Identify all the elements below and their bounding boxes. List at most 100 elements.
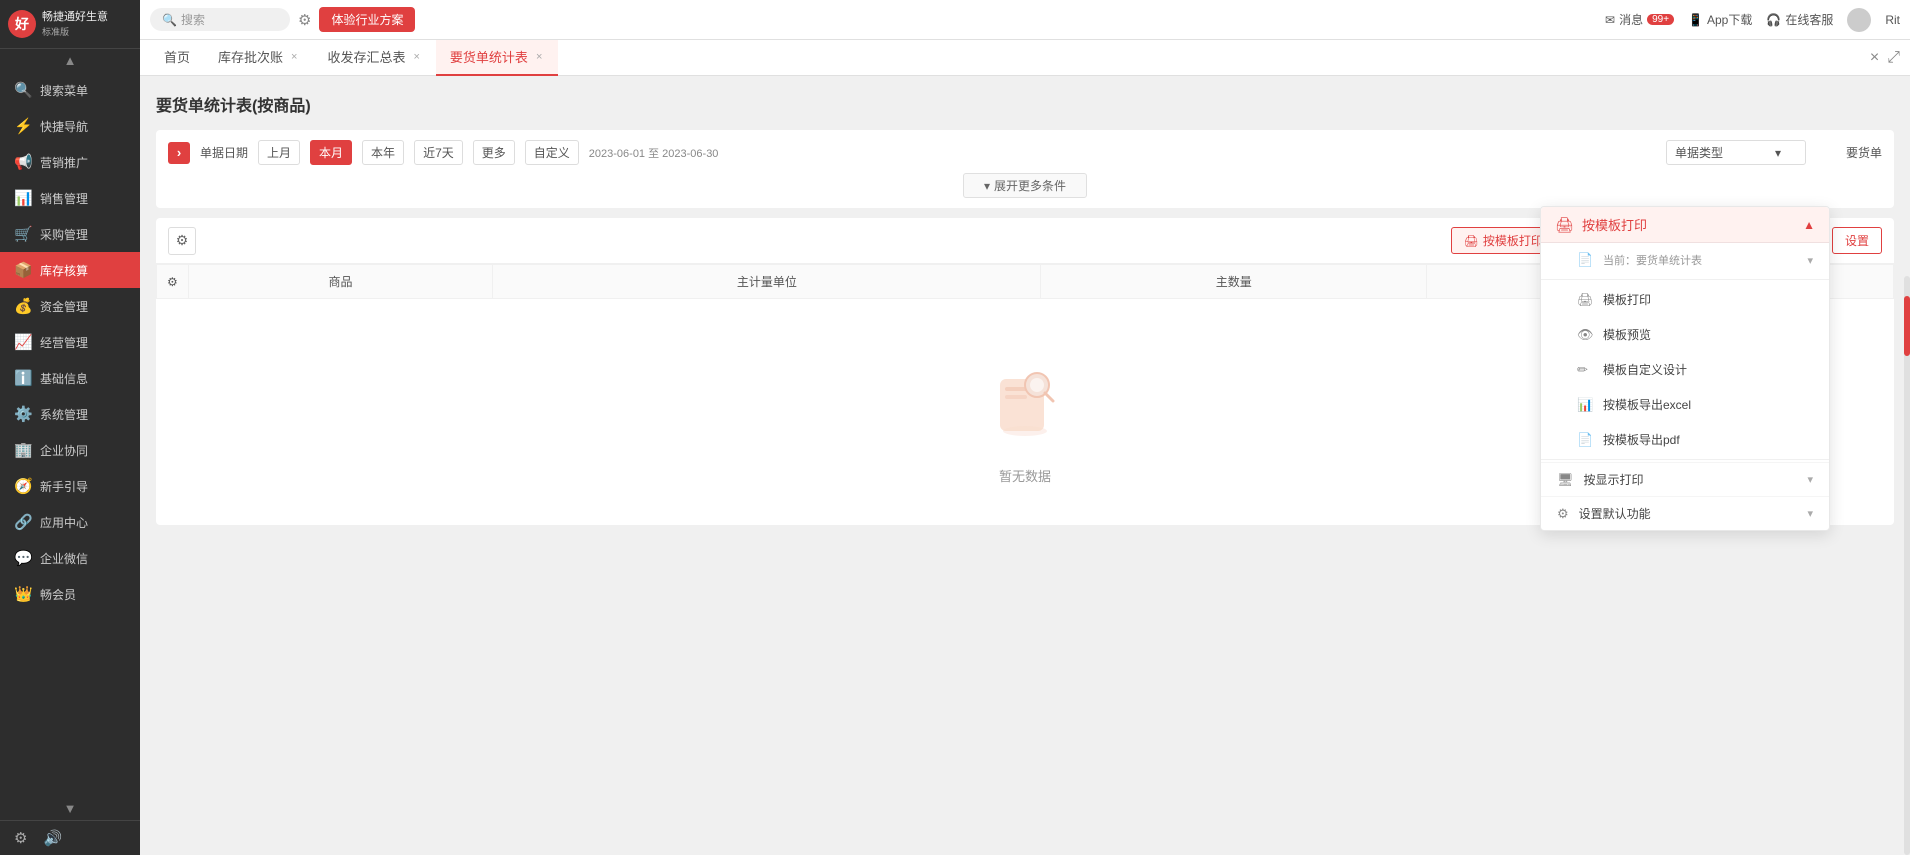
sidebar-item-inventory[interactable]: 📦 库存核算 xyxy=(0,252,140,288)
dropdown-item-template-pdf[interactable]: 📄 按模板导出pdf xyxy=(1541,422,1829,457)
template-print-icon: 🖨 xyxy=(1577,292,1593,308)
sidebar-item-sales[interactable]: 📊 销售管理 xyxy=(0,180,140,216)
window-close-button[interactable]: × xyxy=(1870,49,1879,67)
trial-button[interactable]: 体验行业方案 xyxy=(319,7,415,32)
display-print-left: 🖥 按显示打印 xyxy=(1557,471,1644,488)
default-settings-icon: ⚙ xyxy=(1557,506,1569,522)
message-badge: 99+ xyxy=(1647,14,1674,25)
sidebar-item-enterprise[interactable]: 🏢 企业协同 xyxy=(0,432,140,468)
dropdown-section-default-settings[interactable]: ⚙ 设置默认功能 ▾ xyxy=(1541,496,1829,530)
sidebar: 好 畅捷通好生意 标准版 ▲ 🔍 搜索菜单 ⚡ 快捷导航 📢 营销推广 📊 销售… xyxy=(0,0,140,855)
print-dropdown-menu: 🖨 按模板打印 ▲ 📄 当前：要货单统计表 ▾ 🖨 模板打印 👁 模板预览 ✏ xyxy=(1540,206,1830,531)
template-custom-icon: ✏ xyxy=(1577,362,1593,378)
date-btn-this-month[interactable]: 本月 xyxy=(310,140,352,165)
tab-order-summary[interactable]: 要货单统计表 × xyxy=(436,40,558,76)
tab-close-order-summary[interactable]: × xyxy=(534,51,544,63)
current-template-icon: 📄 xyxy=(1577,252,1593,268)
page-title: 要货单统计表(按商品) xyxy=(156,92,1894,116)
sidebar-scroll-down[interactable]: ▼ xyxy=(0,797,140,820)
order-goods-label: 要货单 xyxy=(1846,144,1882,161)
toolbar-settings-icon[interactable]: ⚙ xyxy=(168,227,196,255)
window-maximize-button[interactable]: ⤢ xyxy=(1887,49,1900,67)
date-btn-last-month[interactable]: 上月 xyxy=(258,140,300,165)
dropdown-print-icon: 🖨 xyxy=(1555,216,1574,234)
search-icon: 🔍 xyxy=(162,13,177,27)
order-type-select[interactable]: 单据类型 ▾ xyxy=(1666,140,1806,165)
scrollbar-thumb[interactable] xyxy=(1904,296,1910,356)
search-icon: 🔍 xyxy=(14,81,32,99)
logo-text: 畅捷通好生意 标准版 xyxy=(42,10,108,37)
logo-icon: 好 xyxy=(8,10,36,38)
dropdown-header-left: 🖨 按模板打印 xyxy=(1555,215,1647,234)
app-download-button[interactable]: 📱 App下载 xyxy=(1688,11,1752,28)
message-button[interactable]: ✉ 消息 99+ xyxy=(1605,11,1674,28)
topbar-gear-icon[interactable]: ⚙ xyxy=(298,11,311,29)
online-service-button[interactable]: 🎧 在线客服 xyxy=(1766,11,1833,28)
template-pdf-icon: 📄 xyxy=(1577,432,1593,448)
tab-inventory-batch[interactable]: 库存批次账 × xyxy=(204,40,313,76)
dropdown-collapse-arrow[interactable]: ▲ xyxy=(1803,218,1815,232)
tab-home[interactable]: 首页 xyxy=(150,40,204,76)
dropdown-item-template-print[interactable]: 🖨 模板打印 xyxy=(1541,282,1829,317)
col-goods: 商品 xyxy=(188,265,493,299)
tab-close-inventory-batch[interactable]: × xyxy=(289,51,299,63)
dropdown-title: 按模板打印 xyxy=(1582,215,1647,234)
expand-more-row: ▾ 展开更多条件 xyxy=(168,173,1882,198)
tab-receipt-summary[interactable]: 收发存汇总表 × xyxy=(313,40,435,76)
dropdown-divider-1 xyxy=(1541,279,1829,280)
basic-info-icon: ℹ️ xyxy=(14,369,32,387)
sidebar-footer: ⚙ 🔊 xyxy=(0,820,140,855)
sidebar-item-purchase[interactable]: 🛒 采购管理 xyxy=(0,216,140,252)
sidebar-item-basic-info[interactable]: ℹ️ 基础信息 xyxy=(0,360,140,396)
user-avatar[interactable] xyxy=(1847,8,1871,32)
default-settings-left: ⚙ 设置默认功能 xyxy=(1557,505,1651,522)
app-logo: 好 畅捷通好生意 标准版 xyxy=(0,0,140,49)
tab-close-receipt-summary[interactable]: × xyxy=(411,51,421,63)
sidebar-item-app-center[interactable]: 🔗 应用中心 xyxy=(0,504,140,540)
dropdown-section-display-print[interactable]: 🖥 按显示打印 ▾ xyxy=(1541,462,1829,496)
vertical-scrollbar[interactable] xyxy=(1904,276,1910,855)
settings-button[interactable]: 设置 xyxy=(1832,227,1882,254)
date-btn-7days[interactable]: 近7天 xyxy=(414,140,463,165)
display-print-icon: 🖥 xyxy=(1557,472,1574,488)
sidebar-item-guide[interactable]: 🧭 新手引导 xyxy=(0,468,140,504)
expand-more-button[interactable]: ▾ 展开更多条件 xyxy=(963,173,1087,198)
date-range: 2023-06-01 至 2023-06-30 xyxy=(589,145,719,161)
date-label: 单据日期 xyxy=(200,144,248,161)
dropdown-header[interactable]: 🖨 按模板打印 ▲ xyxy=(1541,207,1829,243)
date-btn-custom[interactable]: 自定义 xyxy=(525,140,579,165)
enterprise-icon: 🏢 xyxy=(14,441,32,459)
dropdown-divider-2 xyxy=(1541,459,1829,460)
empty-text: 暂无数据 xyxy=(999,466,1051,485)
topbar-search[interactable]: 🔍 搜索 xyxy=(150,8,290,31)
sidebar-item-marketing[interactable]: 📢 营销推广 xyxy=(0,144,140,180)
system-icon: ⚙️ xyxy=(14,405,32,423)
settings-footer-icon[interactable]: ⚙ xyxy=(14,829,27,847)
dropdown-current-template[interactable]: 📄 当前：要货单统计表 ▾ xyxy=(1541,243,1829,277)
dropdown-item-template-preview[interactable]: 👁 模板预览 xyxy=(1541,317,1829,352)
sidebar-item-shortcut[interactable]: ⚡ 快捷导航 xyxy=(0,108,140,144)
dropdown-item-template-excel[interactable]: 📊 按模板导出excel xyxy=(1541,387,1829,422)
guide-icon: 🧭 xyxy=(14,477,32,495)
window-controls: × ⤢ xyxy=(1870,49,1900,67)
marketing-icon: 📢 xyxy=(14,153,32,171)
print-icon: 🖨 xyxy=(1464,234,1479,248)
filter-expand-icon[interactable]: › xyxy=(168,142,190,164)
sidebar-item-finance[interactable]: 💰 资金管理 xyxy=(0,288,140,324)
sidebar-scroll-up[interactable]: ▲ xyxy=(0,49,140,72)
wechat-icon: 💬 xyxy=(14,549,32,567)
audio-footer-icon[interactable]: 🔊 xyxy=(43,829,62,847)
sidebar-item-search[interactable]: 🔍 搜索菜单 xyxy=(0,72,140,108)
display-print-arrow: ▾ xyxy=(1807,473,1813,486)
sidebar-item-member[interactable]: 👑 畅会员 xyxy=(0,576,140,612)
template-preview-icon: 👁 xyxy=(1577,327,1593,343)
col-settings[interactable]: ⚙ xyxy=(157,265,189,299)
sidebar-item-wechat[interactable]: 💬 企业微信 xyxy=(0,540,140,576)
dropdown-item-template-custom[interactable]: ✏ 模板自定义设计 xyxy=(1541,352,1829,387)
message-icon: ✉ xyxy=(1605,13,1615,27)
date-btn-this-year[interactable]: 本年 xyxy=(362,140,404,165)
app-center-icon: 🔗 xyxy=(14,513,32,531)
sidebar-item-operations[interactable]: 📈 经营管理 xyxy=(0,324,140,360)
date-btn-more[interactable]: 更多 xyxy=(473,140,515,165)
sidebar-item-system[interactable]: ⚙️ 系统管理 xyxy=(0,396,140,432)
